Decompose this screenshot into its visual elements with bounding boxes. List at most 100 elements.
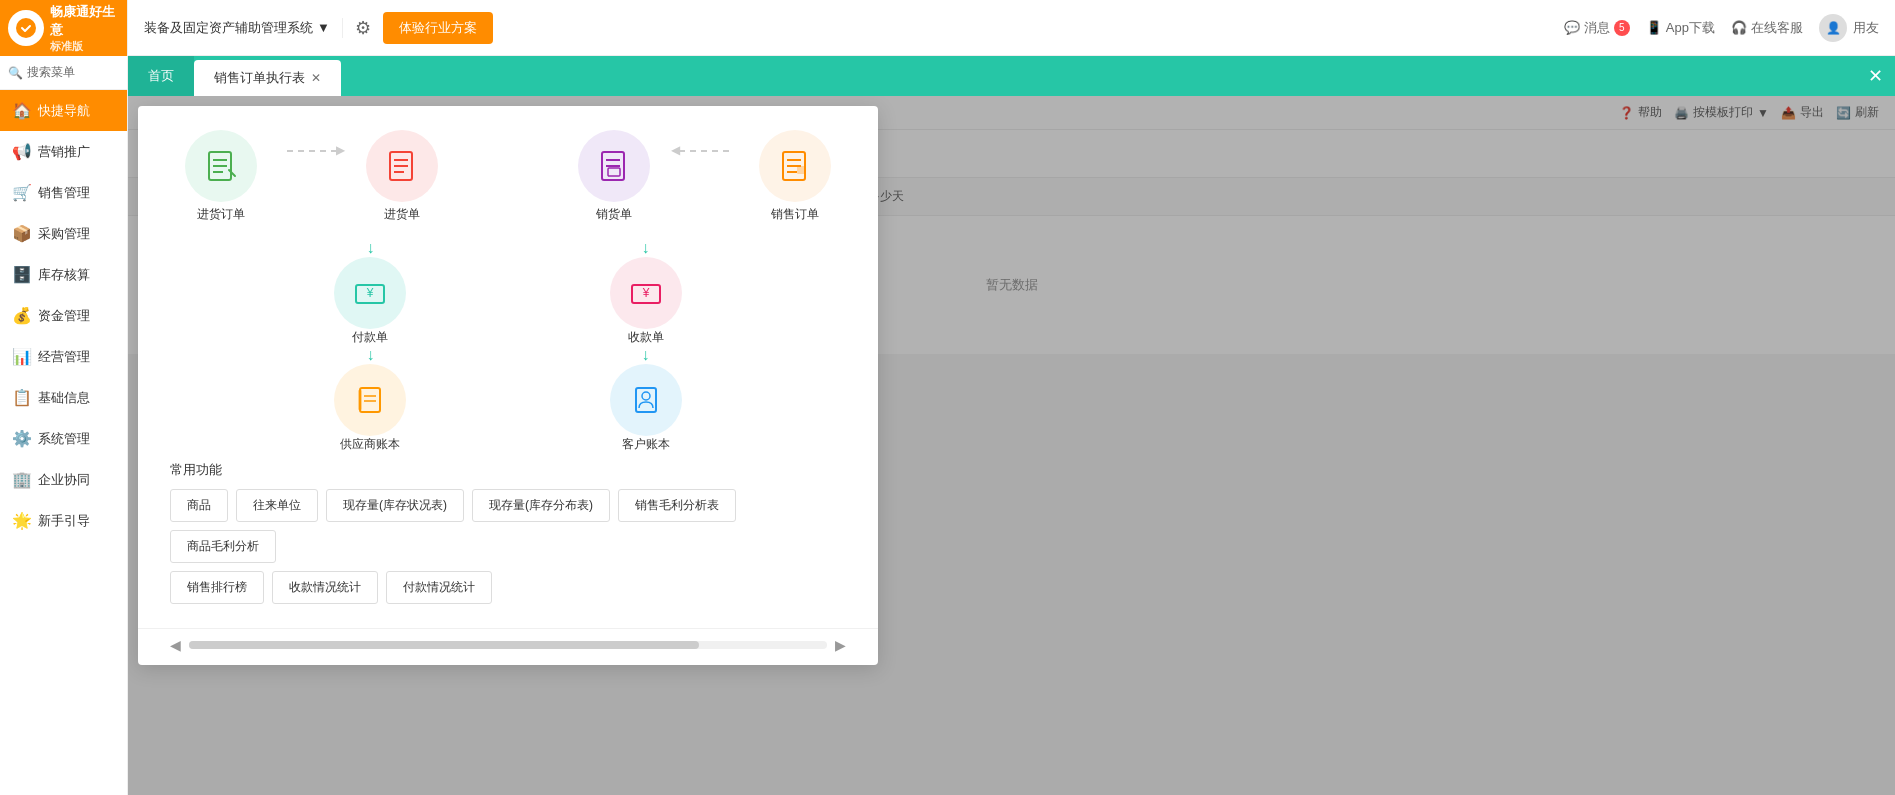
sales-bill-label: 销货单 [596,206,632,223]
finance-icon: 💰 [12,306,30,325]
purchase-icon: 📦 [12,224,30,243]
sidebar-item-quicknav[interactable]: 🏠 快捷导航 [0,90,127,131]
enterprise-icon: 🏢 [12,470,30,489]
supplier-ledger-circle[interactable] [334,364,406,436]
func-btn-sales-rank[interactable]: 销售排行榜 [170,571,264,604]
func-btn-row-2: 销售排行榜 收款情况统计 付款情况统计 [170,571,846,604]
home-icon: 🏠 [12,101,30,120]
func-btn-payment-stat[interactable]: 付款情况统计 [386,571,492,604]
purchase-bill-down: ↓ ¥ 付款单 [334,239,406,346]
topbar-right: 💬 消息 5 📱 App下载 🎧 在线客服 👤 用友 [1564,14,1879,42]
common-func: 常用功能 商品 往来单位 现存量(库存状况表) 现存量(库存分布表) 销售毛利分… [170,461,846,604]
func-btn-partners[interactable]: 往来单位 [236,489,318,522]
sidebar-item-label-sales: 销售管理 [38,184,90,202]
svg-rect-22 [360,388,380,412]
sidebar-item-newbie[interactable]: 🌟 新手引导 [0,500,127,541]
user-display[interactable]: 👤 用友 [1819,14,1879,42]
inventory-icon: 🗄️ [12,265,30,284]
search-label: 搜索菜单 [27,64,75,81]
scroll-row: ◀ ▶ [170,637,846,653]
sidebar: 畅康通好生意 标准版 🔍 搜索菜单 🏠 快捷导航 📢 营销推广 🛒 销售管理 📦… [0,0,128,795]
settings-icon[interactable]: ⚙ [355,17,371,39]
tab-home-label: 首页 [148,67,174,85]
dropdown-icon: ▼ [317,20,330,35]
system-title-dropdown[interactable]: 装备及固定资产辅助管理系统 ▼ [144,19,330,37]
sidebar-item-label-system: 系统管理 [38,430,90,448]
svg-rect-17 [797,166,805,174]
modal-scrollbar: ◀ ▶ [138,628,878,665]
sidebar-item-label-operation: 经营管理 [38,348,90,366]
tabbar: 首页 销售订单执行表 ✕ ✕ [128,56,1895,96]
online-service-item[interactable]: 🎧 在线客服 [1731,19,1803,37]
scroll-track[interactable] [189,641,827,649]
system-icon: ⚙️ [12,429,30,448]
sidebar-item-label-newbie: 新手引导 [38,512,90,530]
avatar: 👤 [1819,14,1847,42]
sidebar-item-purchase[interactable]: 📦 采购管理 [0,213,127,254]
message-icon: 💬 [1564,20,1580,35]
basic-icon: 📋 [12,388,30,407]
sidebar-item-basic[interactable]: 📋 基础信息 [0,377,127,418]
sidebar-item-operation[interactable]: 📊 经营管理 [0,336,127,377]
svg-text:¥: ¥ [366,286,374,300]
purchase-bill-circle [366,130,438,202]
topbar: 装备及固定资产辅助管理系统 ▼ ⚙ 体验行业方案 💬 消息 5 📱 App下载 … [128,0,1895,56]
flow-section-bottom: ↓ 供应商账本 [170,346,846,453]
tab-close-icon[interactable]: ✕ [311,71,321,85]
func-btn-goods[interactable]: 商品 [170,489,228,522]
scroll-thumb[interactable] [189,641,699,649]
scroll-right-arrow[interactable]: ▶ [835,637,846,653]
tab-home[interactable]: 首页 [128,56,194,96]
func-btn-stock-status[interactable]: 现存量(库存状况表) [326,489,464,522]
sidebar-item-sales[interactable]: 🛒 销售管理 [0,172,127,213]
search-icon: 🔍 [8,66,23,80]
flow-node-purchase-order[interactable]: 进货订单 [185,130,257,223]
empty-col1 [201,239,273,346]
flow-node-sales-bill[interactable]: 销货单 [578,130,650,223]
headset-icon: 🎧 [1731,20,1747,35]
flow-node-sales-order[interactable]: 销售订单 [759,130,831,223]
func-btn-goods-profit[interactable]: 商品毛利分析 [170,530,276,563]
sidebar-item-label-quicknav: 快捷导航 [38,102,90,120]
sidebar-item-finance[interactable]: 💰 资金管理 [0,295,127,336]
tab-sales-order-label: 销售订单执行表 [214,69,305,87]
flow-node-purchase-bill[interactable]: 进货单 [366,130,438,223]
sidebar-item-inventory[interactable]: 🗄️ 库存核算 [0,254,127,295]
empty-b1 [201,346,273,453]
payment-down: ↓ 供应商账本 [334,346,406,453]
func-btn-stock-dist[interactable]: 现存量(库存分布表) [472,489,610,522]
sidebar-item-label-marketing: 营销推广 [38,143,90,161]
app-subtitle: 标准版 [50,39,119,54]
operation-icon: 📊 [12,347,30,366]
sidebar-item-marketing[interactable]: 📢 营销推广 [0,131,127,172]
svg-rect-12 [608,168,620,176]
sales-order-label: 销售订单 [771,206,819,223]
scroll-left-arrow[interactable]: ◀ [170,637,181,653]
sidebar-item-system[interactable]: ⚙️ 系统管理 [0,418,127,459]
system-title-text: 装备及固定资产辅助管理系统 [144,19,313,37]
modal-overlay[interactable]: 进货订单 ▶ [128,96,1895,795]
empty-col2 [468,239,548,346]
tab-sales-order[interactable]: 销售订单执行表 ✕ [194,60,341,96]
online-service-label: 在线客服 [1751,19,1803,37]
avatar-text: 👤 [1826,21,1841,35]
trial-btn[interactable]: 体验行业方案 [383,12,493,44]
func-btn-sales-profit[interactable]: 销售毛利分析表 [618,489,736,522]
app-download-item[interactable]: 📱 App下载 [1646,19,1715,37]
message-item[interactable]: 💬 消息 5 [1564,19,1630,37]
purchase-order-circle [185,130,257,202]
func-btn-receipt-stat[interactable]: 收款情况统计 [272,571,378,604]
payment-bill-circle[interactable]: ¥ [334,257,406,329]
receipt-bill-circle[interactable]: ¥ [610,257,682,329]
sidebar-item-enterprise[interactable]: 🏢 企业协同 [0,459,127,500]
customer-ledger-circle[interactable] [610,364,682,436]
search-menu[interactable]: 🔍 搜索菜单 [0,56,127,90]
sidebar-item-label-inventory: 库存核算 [38,266,90,284]
sales-bill-circle [578,130,650,202]
phone-icon: 📱 [1646,20,1662,35]
message-label: 消息 [1584,19,1610,37]
sales-bill-down: ↓ ¥ 收款单 [610,239,682,346]
svg-text:¥: ¥ [641,286,649,300]
receipt-down: ↓ 客户账本 [610,346,682,453]
tabbar-close-btn[interactable]: ✕ [1868,65,1883,87]
